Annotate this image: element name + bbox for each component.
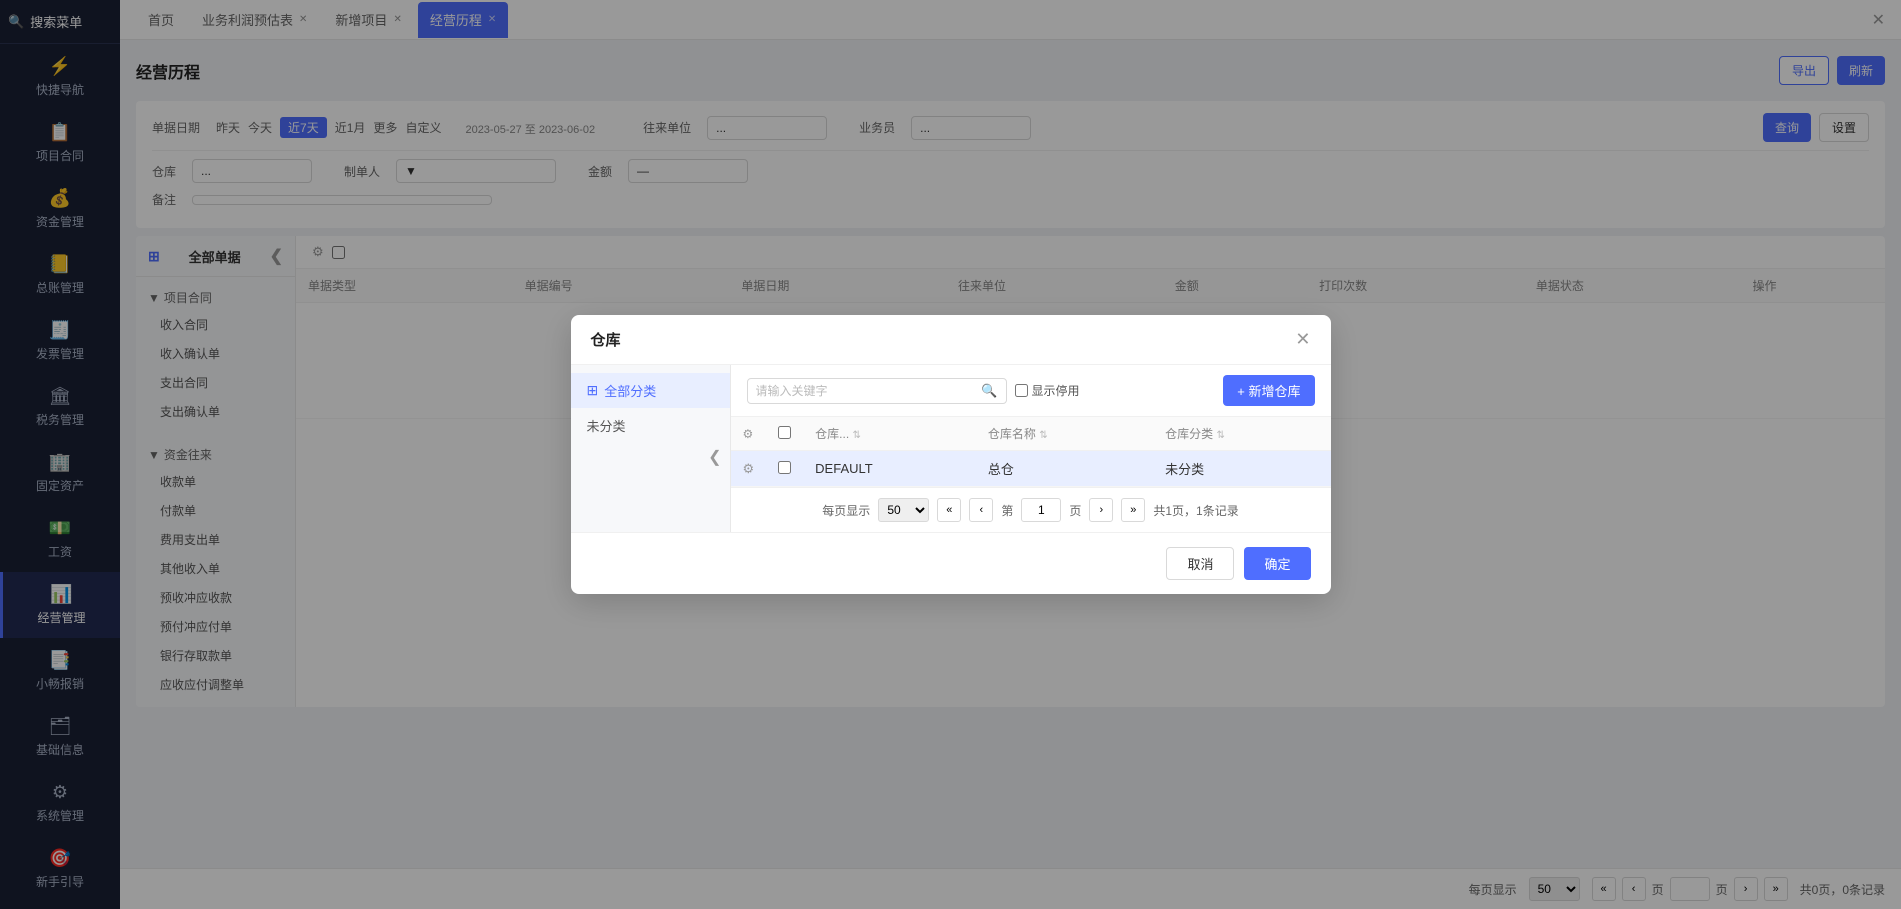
modal-page-label: 第 [1001,502,1013,519]
modal-search-input[interactable] [756,384,978,398]
add-warehouse-btn[interactable]: + 新增仓库 [1223,375,1314,406]
code-sort-icon: ⇅ [853,430,861,441]
name-sort-icon: ⇅ [1039,430,1047,441]
col-header-name: 仓库名称 ⇅ [976,417,1153,451]
modal-page-suffix: 页 [1069,502,1081,519]
modal-per-page-label: 每页显示 [822,502,870,519]
collapse-icon: ❮ [708,447,721,467]
modal-actions: 取消 确定 [571,532,1331,594]
name-col-label: 仓库名称 [988,427,1036,441]
col-header-icon: ⚙ [731,417,767,451]
modal-header: 仓库 ✕ [571,315,1331,365]
modal-first-page[interactable]: « [937,498,961,522]
modal-next-page[interactable]: › [1089,498,1113,522]
modal-search-box[interactable]: 🔍 [747,378,1007,404]
modal-select-all[interactable] [778,426,791,439]
code-col-label: 仓库... [815,427,849,441]
modal-sidebar: ⊞ 全部分类 未分类 ❮ [571,365,731,532]
show-disabled-label[interactable]: 显示停用 [1015,382,1080,399]
settings-col-icon[interactable]: ⚙ [743,427,754,441]
row-checkbox-cell[interactable] [766,451,803,487]
modal-body: ⊞ 全部分类 未分类 ❮ 🔍 [571,365,1331,532]
category-col-label: 仓库分类 [1165,427,1213,441]
row-name-cell: 总仓 [976,451,1153,487]
modal-cancel-btn[interactable]: 取消 [1166,547,1234,580]
modal-toolbar: 🔍 显示停用 + 新增仓库 [731,365,1331,417]
category-sort-icon: ⇅ [1217,430,1225,441]
row-settings-icon: ⚙ [743,461,755,476]
row-category-cell: 未分类 [1153,451,1330,487]
modal-prev-page[interactable]: ‹ [969,498,993,522]
modal-table-area: ⚙ 仓库... ⇅ 仓库名称 [731,417,1331,487]
show-disabled-text: 显示停用 [1032,382,1080,399]
row-icon-cell: ⚙ [731,451,767,487]
table-row[interactable]: ⚙ DEFAULT 总仓 未分类 [731,451,1331,487]
modal-page-input[interactable] [1021,498,1061,522]
row-code-cell: DEFAULT [803,451,976,487]
modal-per-page-select[interactable]: 50 100 [878,498,929,522]
modal-search-icon: 🔍 [981,383,997,399]
modal-close-btn[interactable]: ✕ [1295,329,1310,350]
grid-icon-modal: ⊞ [587,382,599,399]
col-header-category: 仓库分类 ⇅ [1153,417,1330,451]
modal-all-category[interactable]: ⊞ 全部分类 [571,373,730,408]
modal-all-category-label: 全部分类 [604,381,656,400]
modal-uncategorized[interactable]: 未分类 [571,408,730,443]
modal-total-label: 共1页，1条记录 [1153,502,1238,519]
modal-overlay: 仓库 ✕ ⊞ 全部分类 未分类 ❮ [0,0,1901,909]
modal-confirm-btn[interactable]: 确定 [1244,547,1310,580]
modal-sidebar-collapse[interactable]: ❮ [571,443,730,471]
modal-pagination: 每页显示 50 100 « ‹ 第 页 › » 共1页，1条记录 [731,487,1331,532]
row-checkbox[interactable] [778,461,791,474]
warehouse-modal: 仓库 ✕ ⊞ 全部分类 未分类 ❮ [571,315,1331,594]
modal-main-content: 🔍 显示停用 + 新增仓库 ⚙ [731,365,1331,532]
show-disabled-checkbox[interactable] [1015,384,1028,397]
col-header-checkbox [766,417,803,451]
modal-uncategorized-label: 未分类 [587,416,626,435]
col-header-code: 仓库... ⇅ [803,417,976,451]
modal-title: 仓库 [591,329,621,350]
modal-last-page[interactable]: » [1121,498,1145,522]
